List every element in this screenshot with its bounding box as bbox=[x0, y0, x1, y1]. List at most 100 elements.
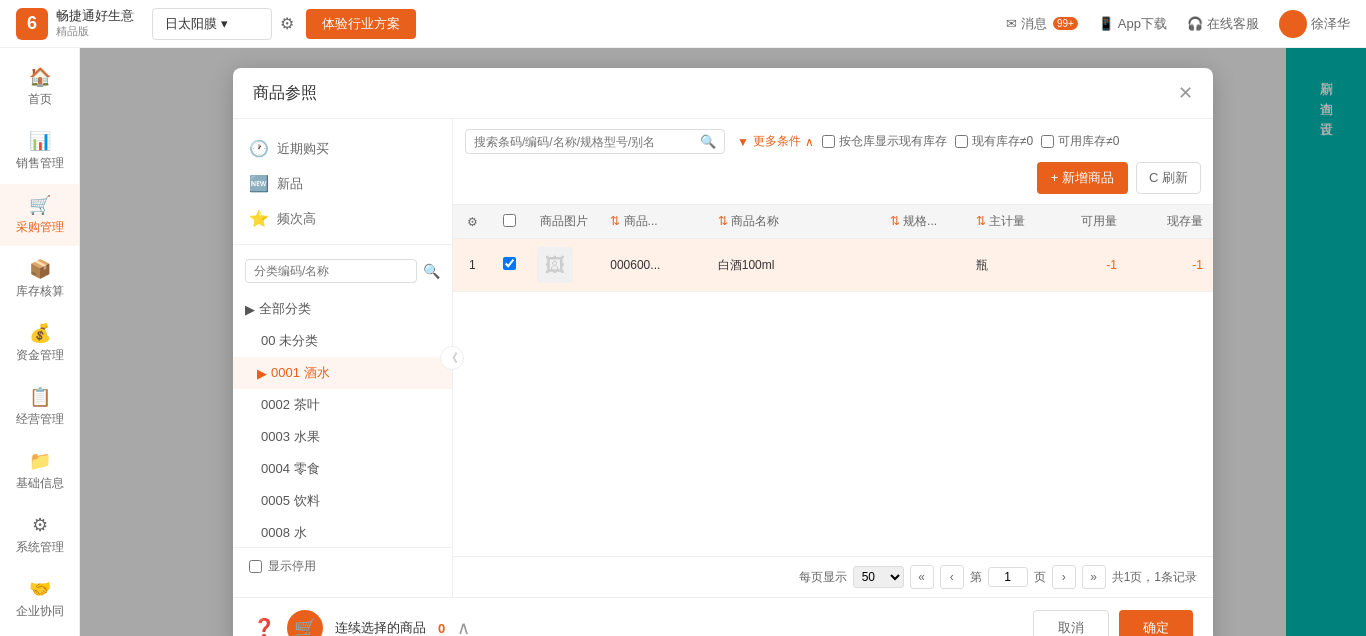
footer-actions: 取消 确定 bbox=[1033, 610, 1193, 636]
chevron-down-icon: ▾ bbox=[221, 16, 228, 31]
col-unit-header[interactable]: ⇅ 主计量 bbox=[966, 205, 1041, 239]
sidebar-item-sales[interactable]: 📊 销售管理 bbox=[0, 120, 79, 182]
warehouse-stock-label[interactable]: 按仓库显示现有库存 bbox=[822, 133, 947, 150]
frequent-nav[interactable]: ⭐ 频次高 bbox=[233, 201, 452, 236]
collapse-icon[interactable]: ∧ bbox=[457, 617, 470, 636]
confirm-button[interactable]: 确定 bbox=[1119, 610, 1193, 636]
category-search-icon[interactable]: 🔍 bbox=[423, 263, 440, 279]
avail-stock-checkbox[interactable] bbox=[1041, 135, 1054, 148]
trial-button[interactable]: 体验行业方案 bbox=[306, 9, 416, 39]
sidebar-item-enterprise[interactable]: 🤝 企业协同 bbox=[0, 568, 79, 630]
user-area[interactable]: 徐泽华 bbox=[1279, 10, 1350, 38]
cancel-button[interactable]: 取消 bbox=[1033, 610, 1109, 636]
home-icon: 🏠 bbox=[29, 66, 51, 88]
next-page-button[interactable]: › bbox=[1052, 565, 1076, 589]
product-search-icon[interactable]: 🔍 bbox=[700, 134, 716, 149]
row-img-cell: 🖼 bbox=[527, 239, 600, 292]
sidebar-item-guide[interactable]: 📖 新手引导 bbox=[0, 632, 79, 636]
category-0002[interactable]: 0002 茶叶 bbox=[233, 389, 452, 421]
sidebar-item-basic[interactable]: 📁 基础信息 bbox=[0, 440, 79, 502]
sidebar-item-inventory[interactable]: 📦 库存核算 bbox=[0, 248, 79, 310]
cat-0001-label: 0001 酒水 bbox=[271, 364, 330, 382]
online-service-label: 在线客服 bbox=[1207, 15, 1259, 33]
show-disabled-checkbox[interactable] bbox=[249, 560, 262, 573]
settings-icon[interactable]: ⚙ bbox=[280, 14, 294, 33]
product-reference-modal: 商品参照 ✕ 🕐 近期购买 🆕 新品 bbox=[233, 68, 1213, 636]
category-0008[interactable]: 0008 水 bbox=[233, 517, 452, 547]
message-icon: ✉ bbox=[1006, 16, 1017, 31]
username-label: 徐泽华 bbox=[1311, 15, 1350, 33]
add-product-button[interactable]: + 新增商品 bbox=[1037, 162, 1128, 194]
cart-icon: 🛒 bbox=[294, 617, 316, 636]
new-icon: 🆕 bbox=[249, 174, 269, 193]
category-0001[interactable]: ▶ 0001 酒水 bbox=[233, 357, 452, 389]
category-search-input[interactable] bbox=[245, 259, 417, 283]
sidebar-item-purchase[interactable]: 🛒 采购管理 bbox=[0, 184, 79, 246]
table-row[interactable]: 1 🖼 000600... bbox=[453, 239, 1213, 292]
sort-name-icon: ⇅ bbox=[718, 214, 728, 228]
messages-button[interactable]: ✉ 消息 99+ bbox=[1006, 15, 1078, 33]
category-0003[interactable]: 0003 水果 bbox=[233, 421, 452, 453]
category-0005[interactable]: 0005 饮料 bbox=[233, 485, 452, 517]
new-product-nav[interactable]: 🆕 新品 bbox=[233, 166, 452, 201]
col-img-label: 商品图片 bbox=[540, 214, 588, 228]
modal-close-button[interactable]: ✕ bbox=[1178, 82, 1193, 104]
product-table-wrap: ⚙ 商品图片 ⇅ bbox=[453, 205, 1213, 556]
sidebar-item-system[interactable]: ⚙ 系统管理 bbox=[0, 504, 79, 566]
left-panel-collapse-button[interactable]: 《 bbox=[440, 346, 464, 370]
help-icon[interactable]: ❓ bbox=[253, 617, 275, 636]
col-unit-label: 主计量 bbox=[989, 214, 1025, 228]
row-unit: 瓶 bbox=[966, 239, 1041, 292]
app-download-button[interactable]: 📱 App下载 bbox=[1098, 15, 1167, 33]
col-code-header[interactable]: ⇅ 商品... bbox=[600, 205, 707, 239]
page-size-select[interactable]: 50 10 20 100 bbox=[853, 566, 904, 588]
row-code: 000600... bbox=[600, 239, 707, 292]
row-checkbox[interactable] bbox=[503, 257, 516, 270]
online-service-button[interactable]: 🎧 在线客服 bbox=[1187, 15, 1259, 33]
current-stock-checkbox[interactable] bbox=[955, 135, 968, 148]
recent-purchase-nav[interactable]: 🕐 近期购买 bbox=[233, 131, 452, 166]
page-number-input[interactable] bbox=[988, 567, 1028, 587]
last-page-button[interactable]: » bbox=[1082, 565, 1106, 589]
refresh-button[interactable]: C 刷新 bbox=[1136, 162, 1201, 194]
app-download-label: App下载 bbox=[1118, 15, 1167, 33]
sidebar: 🏠 首页 📊 销售管理 🛒 采购管理 📦 库存核算 💰 资金管理 📋 经营管理 … bbox=[0, 48, 80, 636]
select-all-checkbox[interactable] bbox=[503, 214, 516, 227]
sidebar-item-management[interactable]: 📋 经营管理 bbox=[0, 376, 79, 438]
warehouse-stock-checkbox[interactable] bbox=[822, 135, 835, 148]
filter-button[interactable]: ▼ 更多条件 ∧ bbox=[737, 133, 814, 150]
avail-stock-text: 可用库存≠0 bbox=[1058, 133, 1119, 150]
frequent-label: 频次高 bbox=[277, 210, 316, 228]
sidebar-item-finance[interactable]: 💰 资金管理 bbox=[0, 312, 79, 374]
management-icon: 📋 bbox=[29, 386, 51, 408]
first-page-button[interactable]: « bbox=[910, 565, 934, 589]
col-num-header: ⚙ bbox=[453, 205, 492, 239]
headset-icon: 🎧 bbox=[1187, 16, 1203, 31]
cart-button[interactable]: 🛒 bbox=[287, 610, 323, 636]
category-00[interactable]: 00 未分类 bbox=[233, 325, 452, 357]
current-stock-label[interactable]: 现有库存≠0 bbox=[955, 133, 1033, 150]
table-header: ⚙ 商品图片 ⇅ bbox=[453, 205, 1213, 239]
row-stock: -1 bbox=[1127, 239, 1213, 292]
product-table: ⚙ 商品图片 ⇅ bbox=[453, 205, 1213, 292]
nav-dropdown[interactable]: 日太阳膜 ▾ bbox=[152, 8, 272, 40]
product-table-body: 1 🖼 000600... bbox=[453, 239, 1213, 292]
modal-title: 商品参照 bbox=[253, 83, 317, 104]
product-img-placeholder-icon: 🖼 bbox=[545, 254, 565, 277]
sidebar-label-finance: 资金管理 bbox=[16, 347, 64, 364]
col-spec-header[interactable]: ⇅ 规格... bbox=[880, 205, 966, 239]
show-disabled-row[interactable]: 显示停用 bbox=[233, 547, 452, 585]
sidebar-label-enterprise: 企业协同 bbox=[16, 603, 64, 620]
row-num: 1 bbox=[453, 239, 492, 292]
row-checkbox-cell bbox=[492, 239, 527, 292]
settings-col-icon[interactable]: ⚙ bbox=[467, 215, 478, 229]
prev-page-button[interactable]: ‹ bbox=[940, 565, 964, 589]
avail-stock-label[interactable]: 可用库存≠0 bbox=[1041, 133, 1119, 150]
inventory-icon: 📦 bbox=[29, 258, 51, 280]
sidebar-item-home[interactable]: 🏠 首页 bbox=[0, 56, 79, 118]
col-name-header[interactable]: ⇅ 商品名称 bbox=[708, 205, 880, 239]
category-all[interactable]: ▶ 全部分类 bbox=[233, 293, 452, 325]
category-0004[interactable]: 0004 零食 bbox=[233, 453, 452, 485]
avatar bbox=[1279, 10, 1307, 38]
product-search-input[interactable] bbox=[474, 135, 696, 149]
